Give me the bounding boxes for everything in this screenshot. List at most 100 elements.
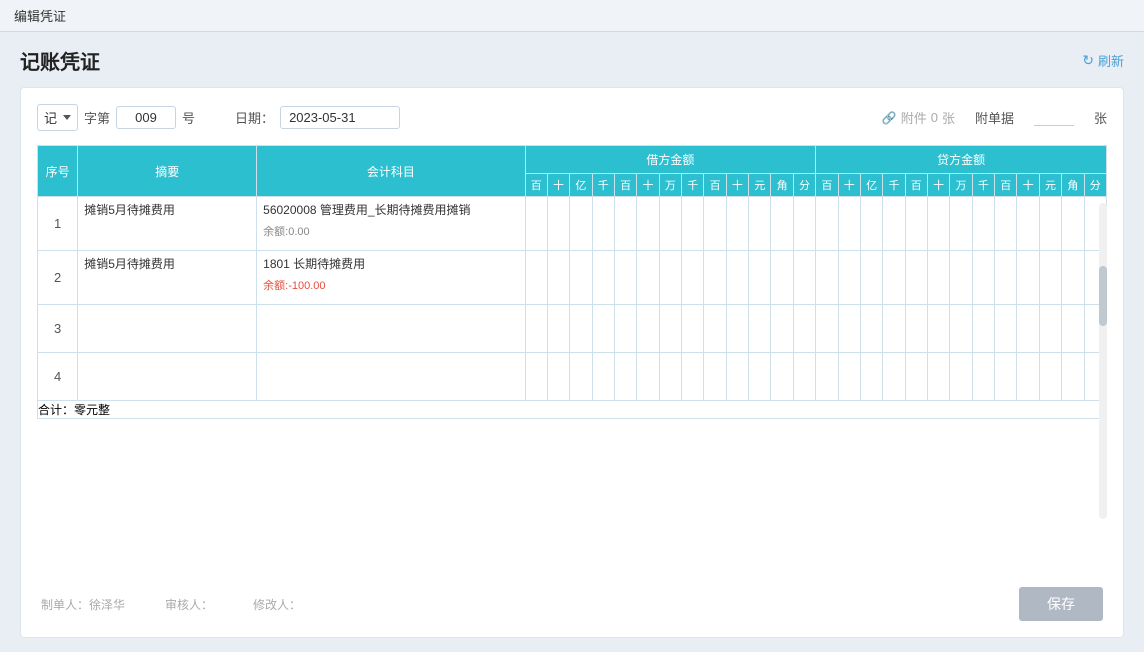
row4-d2[interactable]	[547, 353, 569, 401]
row1-d11[interactable]	[749, 197, 771, 251]
row2-c1[interactable]	[816, 251, 838, 305]
row1-c11[interactable]	[1039, 197, 1061, 251]
row3-summary[interactable]	[78, 305, 257, 353]
row4-d6[interactable]	[637, 353, 659, 401]
row3-c3[interactable]	[860, 305, 882, 353]
row4-d10[interactable]	[726, 353, 748, 401]
row1-d9[interactable]	[704, 197, 726, 251]
row3-d13[interactable]	[793, 305, 815, 353]
row1-c3[interactable]	[860, 197, 882, 251]
row3-d3[interactable]	[570, 305, 592, 353]
row1-c6[interactable]	[927, 197, 949, 251]
row1-c2[interactable]	[838, 197, 860, 251]
row3-d7[interactable]	[659, 305, 681, 353]
row2-d9[interactable]	[704, 251, 726, 305]
row4-c10[interactable]	[1017, 353, 1039, 401]
row4-d13[interactable]	[793, 353, 815, 401]
row2-account[interactable]: 1801 长期待摊费用 余额:-100.00	[257, 251, 525, 305]
type-select[interactable]: 记	[37, 104, 78, 131]
zhang-input[interactable]	[1034, 110, 1074, 126]
row4-account[interactable]	[257, 353, 525, 401]
row2-c9[interactable]	[995, 251, 1017, 305]
row2-c6[interactable]	[927, 251, 949, 305]
row3-c1[interactable]	[816, 305, 838, 353]
row4-c11[interactable]	[1039, 353, 1061, 401]
scrollbar-track[interactable]	[1099, 203, 1107, 519]
row4-c5[interactable]	[905, 353, 927, 401]
row2-d3[interactable]	[570, 251, 592, 305]
row3-account[interactable]	[257, 305, 525, 353]
row4-d3[interactable]	[570, 353, 592, 401]
row1-d5[interactable]	[614, 197, 636, 251]
row3-c8[interactable]	[972, 305, 994, 353]
row3-c2[interactable]	[838, 305, 860, 353]
row1-account[interactable]: 56020008 管理费用_长期待摊费用摊销 余额:0.00	[257, 197, 525, 251]
row1-c5[interactable]	[905, 197, 927, 251]
row2-d13[interactable]	[793, 251, 815, 305]
row1-d10[interactable]	[726, 197, 748, 251]
row2-d12[interactable]	[771, 251, 793, 305]
scrollbar-thumb[interactable]	[1099, 266, 1107, 326]
row3-c11[interactable]	[1039, 305, 1061, 353]
row2-d11[interactable]	[749, 251, 771, 305]
row1-d2[interactable]	[547, 197, 569, 251]
row1-d4[interactable]	[592, 197, 614, 251]
row2-d8[interactable]	[682, 251, 704, 305]
row2-c2[interactable]	[838, 251, 860, 305]
row1-c10[interactable]	[1017, 197, 1039, 251]
row2-d10[interactable]	[726, 251, 748, 305]
row2-d1[interactable]	[525, 251, 547, 305]
row4-d8[interactable]	[682, 353, 704, 401]
row1-d3[interactable]	[570, 197, 592, 251]
row2-d4[interactable]	[592, 251, 614, 305]
row2-c3[interactable]	[860, 251, 882, 305]
row3-d9[interactable]	[704, 305, 726, 353]
row3-c10[interactable]	[1017, 305, 1039, 353]
row3-d5[interactable]	[614, 305, 636, 353]
row3-c12[interactable]	[1062, 305, 1084, 353]
row3-c6[interactable]	[927, 305, 949, 353]
row1-summary[interactable]: 摊销5月待摊费用	[78, 197, 257, 251]
row4-c2[interactable]	[838, 353, 860, 401]
row4-d11[interactable]	[749, 353, 771, 401]
date-input[interactable]	[280, 106, 400, 129]
row1-d1[interactable]	[525, 197, 547, 251]
row4-d5[interactable]	[614, 353, 636, 401]
row4-c7[interactable]	[950, 353, 972, 401]
row2-d5[interactable]	[614, 251, 636, 305]
row3-d4[interactable]	[592, 305, 614, 353]
row1-c8[interactable]	[972, 197, 994, 251]
row3-d10[interactable]	[726, 305, 748, 353]
row2-c11[interactable]	[1039, 251, 1061, 305]
row1-c4[interactable]	[883, 197, 905, 251]
row3-d8[interactable]	[682, 305, 704, 353]
row4-summary[interactable]	[78, 353, 257, 401]
row2-c8[interactable]	[972, 251, 994, 305]
row4-d1[interactable]	[525, 353, 547, 401]
row4-d7[interactable]	[659, 353, 681, 401]
row4-c1[interactable]	[816, 353, 838, 401]
row1-c1[interactable]	[816, 197, 838, 251]
row3-c9[interactable]	[995, 305, 1017, 353]
row3-d1[interactable]	[525, 305, 547, 353]
row4-c8[interactable]	[972, 353, 994, 401]
voucher-number-input[interactable]	[116, 106, 176, 129]
row2-d6[interactable]	[637, 251, 659, 305]
row1-d13[interactable]	[793, 197, 815, 251]
row1-d12[interactable]	[771, 197, 793, 251]
row3-d12[interactable]	[771, 305, 793, 353]
row3-c4[interactable]	[883, 305, 905, 353]
row2-summary[interactable]: 摊销5月待摊费用	[78, 251, 257, 305]
row2-d7[interactable]	[659, 251, 681, 305]
row4-c4[interactable]	[883, 353, 905, 401]
refresh-button[interactable]: ↻ 刷新	[1082, 51, 1124, 70]
row1-c12[interactable]	[1062, 197, 1084, 251]
row4-c9[interactable]	[995, 353, 1017, 401]
row2-c5[interactable]	[905, 251, 927, 305]
row4-d9[interactable]	[704, 353, 726, 401]
row2-c7[interactable]	[950, 251, 972, 305]
row3-d2[interactable]	[547, 305, 569, 353]
row3-d6[interactable]	[637, 305, 659, 353]
row3-c7[interactable]	[950, 305, 972, 353]
row4-d12[interactable]	[771, 353, 793, 401]
